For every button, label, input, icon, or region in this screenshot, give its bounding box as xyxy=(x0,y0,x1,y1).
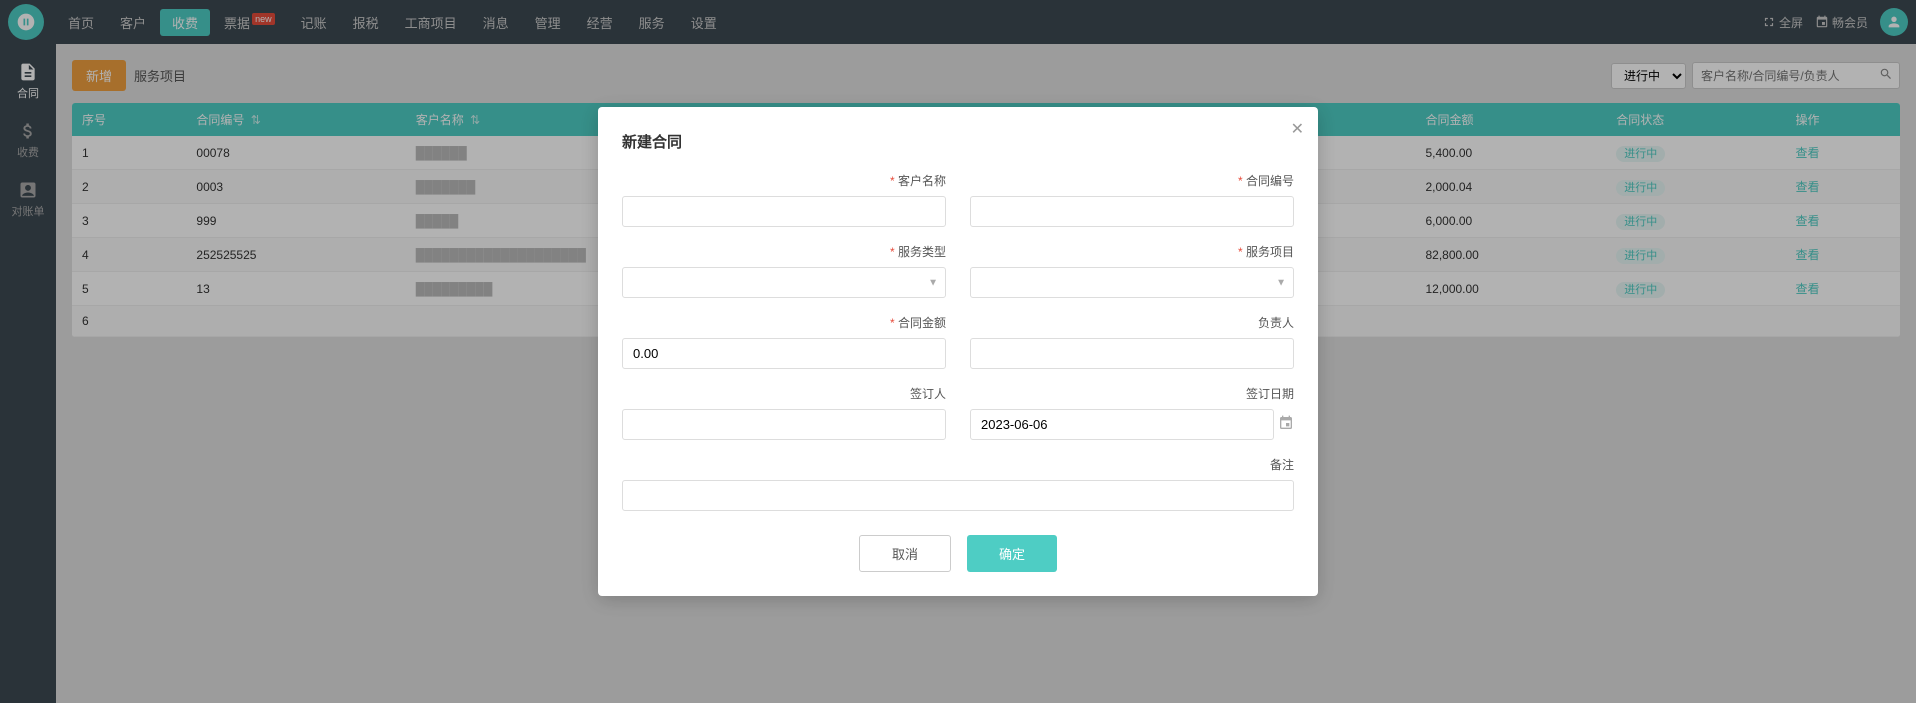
modal-overlay[interactable]: 新建合同 ✕ * 客户名称 * 合同编号 * 服务类型 xyxy=(0,0,1916,703)
modal-close-button[interactable]: ✕ xyxy=(1291,119,1304,139)
service-type-field: * 服务类型 ▼ xyxy=(622,243,946,298)
service-type-label: * 服务类型 xyxy=(622,243,946,260)
sign-date-field: 签订日期 xyxy=(970,385,1294,440)
notes-label: 备注 xyxy=(622,456,1294,473)
signer-input[interactable] xyxy=(622,409,946,440)
responsible-label: 负责人 xyxy=(970,314,1294,331)
amount-input[interactable] xyxy=(622,338,946,369)
modal-footer: 取消 确定 xyxy=(622,535,1294,572)
modal-title: 新建合同 xyxy=(622,131,1294,152)
signer-label: 签订人 xyxy=(622,385,946,402)
customer-name-field: * 客户名称 xyxy=(622,172,946,227)
service-item-field: * 服务项目 ▼ xyxy=(970,243,1294,298)
responsible-field: 负责人 xyxy=(970,314,1294,369)
notes-field: 备注 xyxy=(622,456,1294,511)
cancel-button[interactable]: 取消 xyxy=(859,535,951,572)
service-type-select[interactable] xyxy=(622,267,946,298)
service-type-select-wrapper: ▼ xyxy=(622,267,946,298)
sign-date-label: 签订日期 xyxy=(970,385,1294,402)
responsible-input[interactable] xyxy=(970,338,1294,369)
new-contract-modal: 新建合同 ✕ * 客户名称 * 合同编号 * 服务类型 xyxy=(598,107,1318,596)
customer-name-label: * 客户名称 xyxy=(622,172,946,189)
signer-field: 签订人 xyxy=(622,385,946,440)
contract-no-field: * 合同编号 xyxy=(970,172,1294,227)
sign-date-input[interactable] xyxy=(970,409,1274,440)
customer-name-input[interactable] xyxy=(622,196,946,227)
service-item-label: * 服务项目 xyxy=(970,243,1294,260)
confirm-button[interactable]: 确定 xyxy=(967,535,1057,572)
notes-input[interactable] xyxy=(622,480,1294,511)
modal-form: * 客户名称 * 合同编号 * 服务类型 ▼ xyxy=(622,172,1294,511)
service-item-select-wrapper: ▼ xyxy=(970,267,1294,298)
contract-no-label: * 合同编号 xyxy=(970,172,1294,189)
amount-label: * 合同金额 xyxy=(622,314,946,331)
calendar-icon[interactable] xyxy=(1278,415,1294,434)
amount-field: * 合同金额 xyxy=(622,314,946,369)
contract-no-input[interactable] xyxy=(970,196,1294,227)
service-item-select[interactable] xyxy=(970,267,1294,298)
